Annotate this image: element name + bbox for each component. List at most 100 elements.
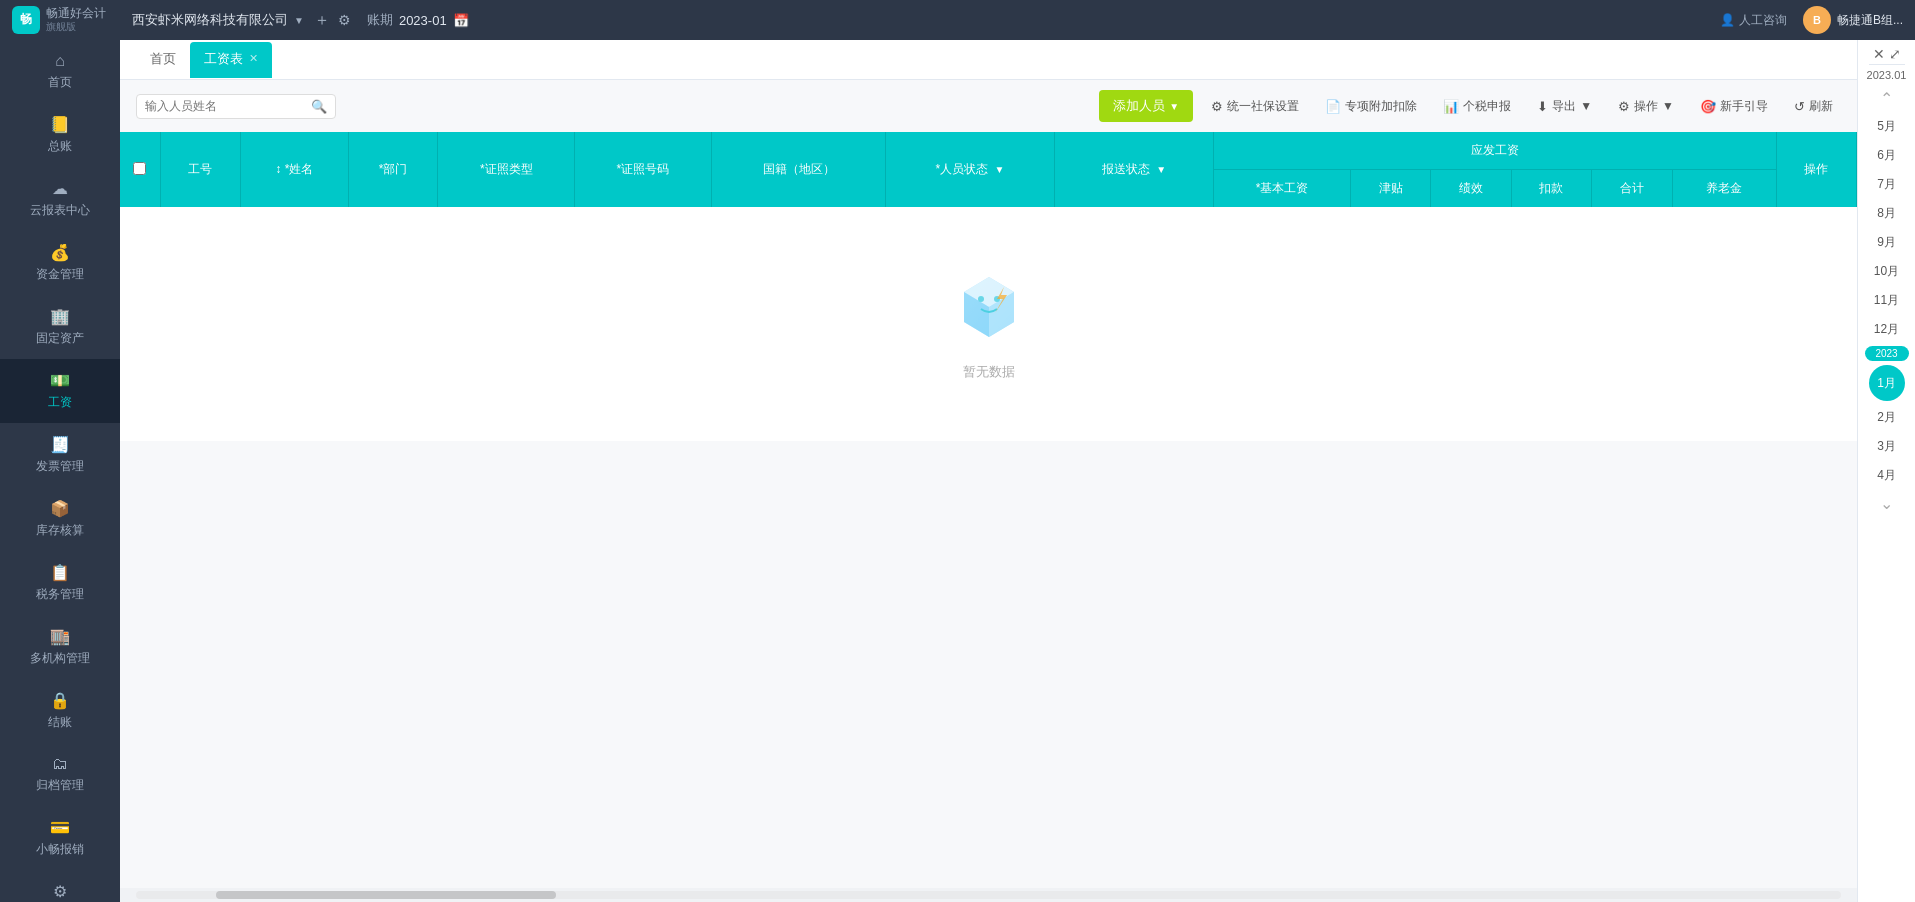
th-personnel-status: *人员状态 ▼ <box>886 132 1055 207</box>
app-edition: 旗舰版 <box>46 20 106 34</box>
sidebar-item-tax[interactable]: 📋 税务管理 <box>0 551 120 615</box>
panel-close-button[interactable]: ✕ <box>1873 46 1885 62</box>
month-item-8[interactable]: 8月 <box>1858 199 1915 228</box>
month-item-6[interactable]: 6月 <box>1858 141 1915 170</box>
th-salary-group: 应发工资 <box>1214 132 1776 170</box>
tab-payroll[interactable]: 工资表 ✕ <box>190 42 272 78</box>
th-deduction: 扣款 <box>1511 170 1591 208</box>
panel-up-arrow[interactable]: ⌃ <box>1876 85 1897 112</box>
user-menu[interactable]: B 畅捷通B组... <box>1803 6 1903 34</box>
special-deduct-icon: 📄 <box>1325 99 1341 114</box>
special-deduct-action[interactable]: 📄 专项附加扣除 <box>1317 94 1425 119</box>
personnel-status-filter-icon[interactable]: ▼ <box>995 164 1005 175</box>
service-label: 人工咨询 <box>1739 12 1787 29</box>
sidebar-item-inventory[interactable]: 📦 库存核算 <box>0 487 120 551</box>
company-dropdown-icon: ▼ <box>294 15 304 26</box>
assets-icon: 🏢 <box>50 307 70 326</box>
table-container: 工号 ↕ *姓名 *部门 *证照类型 *证照号码 国籍（地区） *人员状态 ▼ … <box>120 132 1857 888</box>
special-deduct-label: 专项附加扣除 <box>1345 98 1417 115</box>
month-item-10[interactable]: 10月 <box>1858 257 1915 286</box>
th-performance: 绩效 <box>1431 170 1511 208</box>
expense-icon: 💳 <box>50 818 70 837</box>
top-bar: 畅 畅通好会计 旗舰版 西安虾米网络科技有限公司 ▼ ＋ ⚙ 账期 2023-0… <box>0 0 1915 40</box>
th-employee-no: 工号 <box>160 132 240 207</box>
guide-action-icon: 🎯 <box>1700 99 1716 114</box>
month-item-7[interactable]: 7月 <box>1858 170 1915 199</box>
right-month-panel: ✕ ⤢ 2023.01 ⌃ 5月 6月 7月 8月 9月 10月 11月 12月… <box>1857 40 1915 902</box>
sidebar-item-settings[interactable]: ⚙ 基础设置 <box>0 870 120 902</box>
sidebar-item-payroll[interactable]: 💵 工资 <box>0 359 120 423</box>
report-status-filter-icon[interactable]: ▼ <box>1156 164 1166 175</box>
toolbar: 🔍 添加人员 ▼ ⚙ 统一社保设置 📄 专项附加扣除 📊 个税申报 <box>120 80 1857 132</box>
search-icon: 🔍 <box>311 99 327 114</box>
table-scrollbar-thumb <box>216 891 556 899</box>
operate-label: 操作 <box>1634 98 1658 115</box>
search-input[interactable] <box>145 99 305 113</box>
sidebar-item-label: 总账 <box>48 138 72 155</box>
sidebar-item-label: 云报表中心 <box>30 202 90 219</box>
empty-state: 暂无数据 <box>120 207 1857 441</box>
payroll-icon: 💵 <box>50 371 70 390</box>
add-person-arrow-icon: ▼ <box>1169 101 1179 112</box>
sidebar-item-label: 资金管理 <box>36 266 84 283</box>
period-value: 2023-01 <box>399 13 447 28</box>
refresh-action[interactable]: ↺ 刷新 <box>1786 94 1841 119</box>
sidebar-item-home[interactable]: ⌂ 首页 <box>0 40 120 103</box>
sidebar-item-invoice[interactable]: 🧾 发票管理 <box>0 423 120 487</box>
add-person-button[interactable]: 添加人员 ▼ <box>1099 90 1193 122</box>
panel-down-arrow[interactable]: ⌄ <box>1876 490 1897 517</box>
month-item-5[interactable]: 5月 <box>1858 112 1915 141</box>
sidebar-item-archive[interactable]: 🗂 归档管理 <box>0 743 120 806</box>
th-name: ↕ *姓名 <box>240 132 348 207</box>
service-button[interactable]: 👤 人工咨询 <box>1720 12 1787 29</box>
content-right-wrap: 首页 工资表 ✕ 🔍 添加人员 ▼ ⚙ <box>120 40 1915 902</box>
company-selector[interactable]: 西安虾米网络科技有限公司 ▼ <box>132 11 304 29</box>
export-action[interactable]: ⬇ 导出 ▼ <box>1529 94 1600 119</box>
month-item-9[interactable]: 9月 <box>1858 228 1915 257</box>
export-label: 导出 <box>1552 98 1576 115</box>
export-arrow-icon: ▼ <box>1580 99 1592 113</box>
month-item-11[interactable]: 11月 <box>1858 286 1915 315</box>
inventory-icon: 📦 <box>50 499 70 518</box>
sidebar-item-multi-org[interactable]: 🏬 多机构管理 <box>0 615 120 679</box>
table-scrollbar[interactable] <box>136 891 1841 899</box>
month-item-12[interactable]: 12月 <box>1858 315 1915 344</box>
sidebar-item-cloud-report[interactable]: ☁ 云报表中心 <box>0 167 120 231</box>
settings-icon[interactable]: ⚙ <box>338 12 351 28</box>
month-item-3[interactable]: 3月 <box>1858 432 1915 461</box>
period-label: 账期 <box>367 11 393 29</box>
tab-home[interactable]: 首页 <box>136 42 190 78</box>
main-layout: ⌂ 首页 📒 总账 ☁ 云报表中心 💰 资金管理 🏢 固定资产 💵 工资 🧾 发… <box>0 40 1915 902</box>
sidebar-item-label: 工资 <box>48 394 72 411</box>
sidebar-item-ledger[interactable]: 📒 总账 <box>0 103 120 167</box>
close-account-icon: 🔒 <box>50 691 70 710</box>
th-base-salary: *基本工资 <box>1214 170 1351 208</box>
operate-arrow-icon: ▼ <box>1662 99 1674 113</box>
tab-close-icon[interactable]: ✕ <box>249 52 258 65</box>
sidebar-item-fund[interactable]: 💰 资金管理 <box>0 231 120 295</box>
personal-tax-action[interactable]: 📊 个税申报 <box>1435 94 1519 119</box>
social-security-action[interactable]: ⚙ 统一社保设置 <box>1203 94 1307 119</box>
sidebar-item-expense[interactable]: 💳 小畅报销 <box>0 806 120 870</box>
fund-icon: 💰 <box>50 243 70 262</box>
th-actions: 操作 <box>1776 132 1857 207</box>
sidebar-item-label: 固定资产 <box>36 330 84 347</box>
guide-action[interactable]: 🎯 新手引导 <box>1692 94 1776 119</box>
calendar-icon[interactable]: 📅 <box>453 13 469 28</box>
sidebar-item-close-account[interactable]: 🔒 结账 <box>0 679 120 743</box>
tax-icon: 📋 <box>50 563 70 582</box>
operate-action[interactable]: ⚙ 操作 ▼ <box>1610 94 1682 119</box>
month-item-1[interactable]: 1月 <box>1869 365 1905 401</box>
app-name: 畅通好会计 <box>46 6 106 20</box>
add-company-button[interactable]: ＋ <box>314 10 330 31</box>
month-item-2[interactable]: 2月 <box>1858 403 1915 432</box>
table-scrollbar-track <box>120 888 1857 902</box>
month-item-4[interactable]: 4月 <box>1858 461 1915 490</box>
th-checkbox[interactable] <box>120 132 160 207</box>
settings-icon: ⚙ <box>53 882 67 901</box>
panel-expand-button[interactable]: ⤢ <box>1889 46 1901 62</box>
select-all-checkbox[interactable] <box>133 162 146 175</box>
sidebar-item-fixed-assets[interactable]: 🏢 固定资产 <box>0 295 120 359</box>
sidebar-item-label: 多机构管理 <box>30 650 90 667</box>
table-section: 工号 ↕ *姓名 *部门 *证照类型 *证照号码 国籍（地区） *人员状态 ▼ … <box>120 132 1857 902</box>
